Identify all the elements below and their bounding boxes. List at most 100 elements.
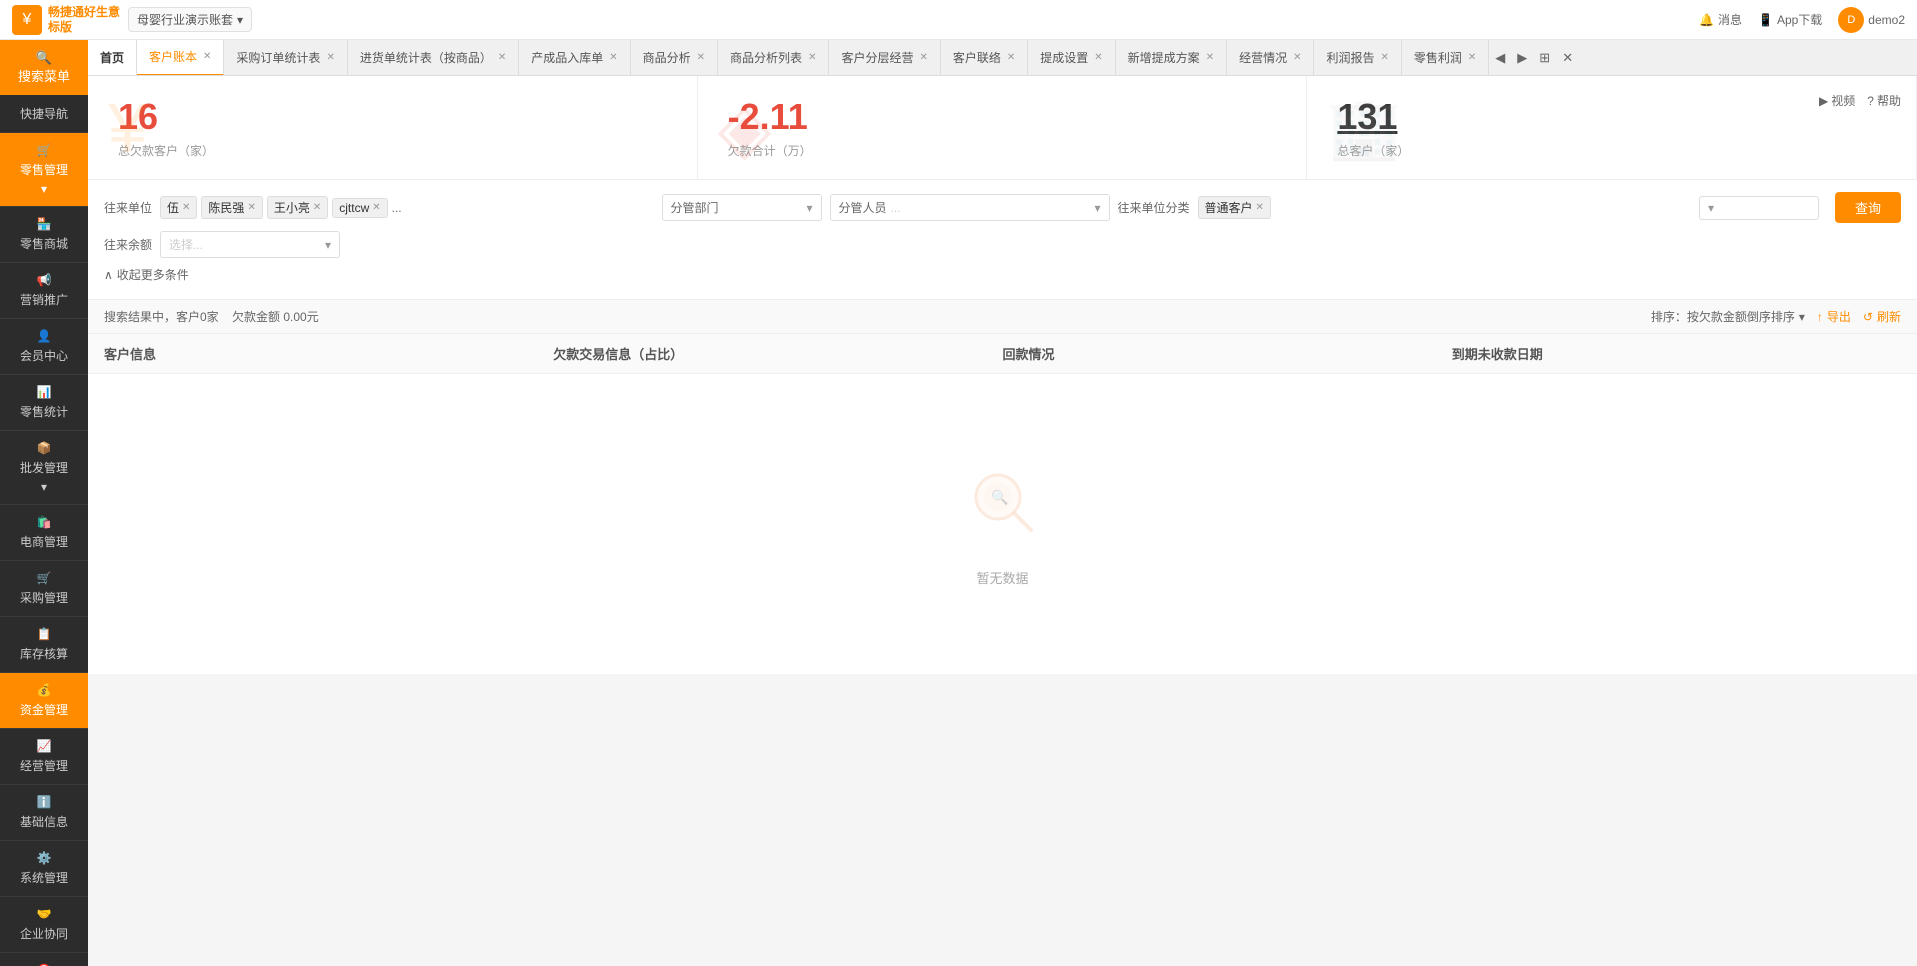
tab-nav-next[interactable]: ▶ bbox=[1511, 40, 1533, 76]
content-area: 首页 客户账本 ✕ 采购订单统计表 ✕ 进货单统计表（按商品） ✕ 产成品入库单… bbox=[88, 40, 1917, 966]
tab-purchase-stats[interactable]: 进货单统计表（按商品） ✕ bbox=[348, 40, 519, 76]
mall-icon: 🏪 bbox=[37, 217, 52, 231]
col-payment-status: 回款情况 bbox=[1003, 344, 1452, 363]
sidebar-item-system[interactable]: ⚙️ 系统管理 bbox=[0, 841, 88, 897]
help-btn[interactable]: ? 帮助 bbox=[1867, 92, 1901, 109]
tab-close-segment[interactable]: ✕ bbox=[919, 52, 927, 63]
tab-purchase-order-stats[interactable]: 采购订单统计表 ✕ bbox=[224, 40, 347, 76]
tab-retail-profit[interactable]: 零售利润 ✕ bbox=[1402, 40, 1489, 76]
sidebar-item-wholesale-mgmt[interactable]: 📦 批发管理 ▾ bbox=[0, 431, 88, 505]
tab-close-retail-profit[interactable]: ✕ bbox=[1468, 52, 1476, 63]
col-customer-info: 客户信息 bbox=[104, 344, 553, 363]
tab-close-new-promotion[interactable]: ✕ bbox=[1206, 52, 1214, 63]
tab-close-business[interactable]: ✕ bbox=[1293, 52, 1301, 63]
tab-nav-expand[interactable]: ⊞ bbox=[1533, 40, 1556, 76]
marketing-icon: 📢 bbox=[37, 273, 52, 287]
tab-close-profit[interactable]: ✕ bbox=[1381, 52, 1389, 63]
tag-close-wang[interactable]: ✕ bbox=[313, 202, 321, 213]
top-bar: ¥ 畅捷通好生意 标版 母婴行业演示账套 ▾ 🔔 消息 📱 App下载 D de… bbox=[0, 0, 1917, 40]
filter-tags-unit: 伍 ✕ 陈民强 ✕ 王小亮 ✕ cjttcw ✕ bbox=[160, 196, 653, 219]
stat-card-credit-customers: ¥ 16 总欠款客户（家） bbox=[88, 76, 698, 179]
tag-close-e[interactable]: ✕ bbox=[182, 202, 190, 213]
bell-icon: 🔔 bbox=[1699, 13, 1714, 27]
sidebar-item-marketing[interactable]: 📢 营销推广 bbox=[0, 263, 88, 319]
filter-select-category-dropdown[interactable]: ▾ bbox=[1699, 196, 1819, 220]
sidebar-item-operations[interactable]: 📈 经营管理 bbox=[0, 729, 88, 785]
tab-promotion-settings[interactable]: 提成设置 ✕ bbox=[1028, 40, 1115, 76]
sidebar-item-finance[interactable]: 💰 资金管理 bbox=[0, 673, 88, 729]
empty-icon: 🔍 bbox=[963, 462, 1043, 556]
app-download-btn[interactable]: 📱 App下载 bbox=[1758, 11, 1822, 28]
tag-close-chen[interactable]: ✕ bbox=[247, 202, 255, 213]
sidebar-item-enterprise-coop[interactable]: 🤝 企业协同 bbox=[0, 897, 88, 953]
tab-customer-segment[interactable]: 客户分层经营 ✕ bbox=[829, 40, 940, 76]
filter-label-unit: 往来单位 bbox=[104, 199, 152, 216]
sidebar-item-new-guide[interactable]: 🎯 新手引导 bbox=[0, 953, 88, 966]
tab-production-entry[interactable]: 产成品入库单 ✕ bbox=[519, 40, 630, 76]
play-icon: ▶ bbox=[1819, 94, 1828, 108]
filter-row-unit: 往来单位 伍 ✕ 陈民强 ✕ 王小亮 ✕ bbox=[104, 192, 1901, 223]
sidebar-item-member-center[interactable]: 👤 会员中心 bbox=[0, 319, 88, 375]
sidebar-item-search-menu[interactable]: 🔍 搜索菜单 bbox=[0, 40, 88, 95]
stat-bg-diamond: ◈ bbox=[718, 87, 772, 169]
tab-product-analysis-list[interactable]: 商品分析列表 ✕ bbox=[718, 40, 829, 76]
sidebar-item-purchase[interactable]: 🛒 采购管理 bbox=[0, 561, 88, 617]
tab-customer-contact[interactable]: 客户联络 ✕ bbox=[941, 40, 1028, 76]
collapse-btn[interactable]: ∧ 收起更多条件 bbox=[104, 266, 1901, 283]
query-button[interactable]: 查询 bbox=[1835, 192, 1901, 223]
tag-close-cjttcw[interactable]: ✕ bbox=[372, 202, 380, 213]
person-arrow-icon: ▾ bbox=[1094, 201, 1100, 215]
sidebar-item-retail-mall[interactable]: 🏪 零售商城 bbox=[0, 207, 88, 263]
empty-text: 暂无数据 bbox=[976, 568, 1028, 587]
main-layout: 🔍 搜索菜单 快捷导航 🛒 零售管理 ▾ 🏪 零售商城 📢 营销推广 👤 会员中… bbox=[0, 40, 1917, 966]
refresh-btn[interactable]: ↺ 刷新 bbox=[1863, 308, 1901, 325]
tag-close-normal[interactable]: ✕ bbox=[1256, 202, 1264, 213]
top-bar-right: 🔔 消息 📱 App下载 D demo2 bbox=[1699, 7, 1905, 33]
tab-close-all[interactable]: ✕ bbox=[1556, 40, 1579, 76]
message-btn[interactable]: 🔔 消息 bbox=[1699, 11, 1742, 28]
page-actions: ▶ 视频 ? 帮助 bbox=[1819, 92, 1901, 109]
user-menu[interactable]: D demo2 bbox=[1838, 7, 1905, 33]
download-icon: 📱 bbox=[1758, 13, 1773, 27]
tab-close-purchase-stats[interactable]: ✕ bbox=[498, 52, 506, 63]
sidebar-item-inventory[interactable]: 📋 库存核算 bbox=[0, 617, 88, 673]
filter-section: 往来单位 伍 ✕ 陈民强 ✕ 王小亮 ✕ bbox=[88, 180, 1917, 300]
tab-business[interactable]: 经营情况 ✕ bbox=[1227, 40, 1314, 76]
tab-nav-prev[interactable]: ◀ bbox=[1489, 40, 1511, 76]
filter-row-balance: 往来余额 选择... ▾ bbox=[104, 231, 1901, 258]
collapse-up-icon: ∧ bbox=[104, 268, 113, 282]
tab-new-promotion[interactable]: 新增提成方案 ✕ bbox=[1116, 40, 1227, 76]
filter-tag-e: 伍 ✕ bbox=[160, 196, 197, 219]
tab-close-product-analysis[interactable]: ✕ bbox=[697, 52, 705, 63]
operations-icon: 📈 bbox=[37, 739, 52, 753]
video-help-btn[interactable]: ▶ 视频 bbox=[1819, 92, 1855, 109]
tab-close-contact[interactable]: ✕ bbox=[1007, 52, 1015, 63]
sidebar-item-basic-info[interactable]: ℹ️ 基础信息 bbox=[0, 785, 88, 841]
sort-selector[interactable]: 排序：按欠款金额倒序排序 ▾ bbox=[1651, 308, 1805, 325]
arrow-icon: ▾ bbox=[41, 480, 47, 494]
sidebar-item-retail-stats[interactable]: 📊 零售统计 bbox=[0, 375, 88, 431]
store-selector[interactable]: 母婴行业演示账套 ▾ bbox=[128, 7, 252, 32]
table-header: 客户信息 欠款交易信息（占比） 回款情况 到期未收款日期 bbox=[88, 334, 1917, 374]
export-btn[interactable]: ↑ 导出 bbox=[1817, 308, 1851, 325]
filter-select-balance[interactable]: 选择... ▾ bbox=[160, 231, 340, 258]
member-icon: 👤 bbox=[37, 329, 52, 343]
tab-product-analysis[interactable]: 商品分析 ✕ bbox=[631, 40, 718, 76]
filter-select-person[interactable]: 分管人员 ... ▾ bbox=[830, 194, 1110, 221]
tab-close-product-list[interactable]: ✕ bbox=[808, 52, 816, 63]
tab-customer-cost[interactable]: 客户账本 ✕ bbox=[137, 40, 224, 76]
filter-more-btn[interactable]: ... bbox=[392, 201, 402, 215]
dept-arrow-icon: ▾ bbox=[806, 201, 812, 215]
tab-close-promotion[interactable]: ✕ bbox=[1094, 52, 1102, 63]
logo-text: 畅捷通好生意 标版 bbox=[48, 5, 120, 34]
tab-close-production[interactable]: ✕ bbox=[609, 52, 617, 63]
sidebar-item-quick-nav[interactable]: 快捷导航 bbox=[0, 95, 88, 133]
tab-home[interactable]: 首页 bbox=[88, 40, 137, 76]
sidebar-item-ecommerce[interactable]: 🛍️ 电商管理 bbox=[0, 505, 88, 561]
filter-tag-normal-customer: 普通客户 ✕ bbox=[1198, 196, 1271, 219]
tab-close-customer-cost[interactable]: ✕ bbox=[203, 51, 211, 62]
tab-close-purchase-order[interactable]: ✕ bbox=[326, 52, 334, 63]
tab-profit-report[interactable]: 利润报告 ✕ bbox=[1314, 40, 1401, 76]
sidebar-item-retail-mgmt[interactable]: 🛒 零售管理 ▾ bbox=[0, 133, 88, 207]
filter-select-dept[interactable]: 分管部门 ▾ bbox=[662, 194, 822, 221]
